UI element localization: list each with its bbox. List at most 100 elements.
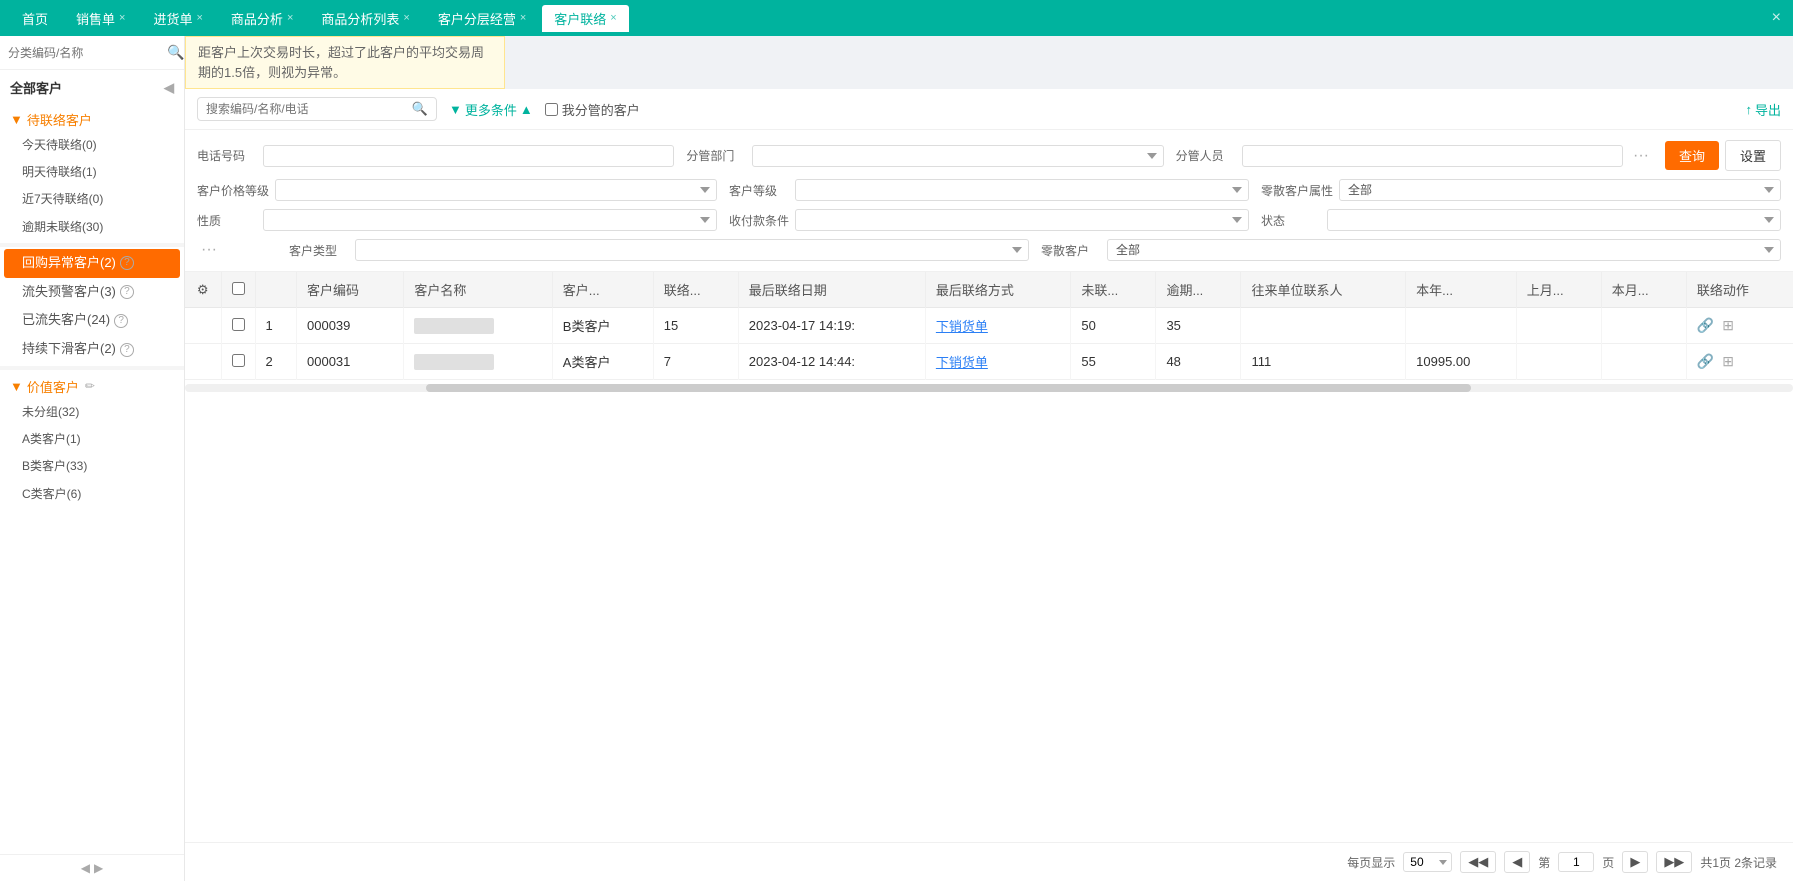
nav-tab-customer-contact[interactable]: 客户联络 × — [542, 5, 628, 32]
customer-grade-select[interactable] — [795, 179, 1249, 201]
sidebar-item-tomorrow[interactable]: 明天待联络(1) — [0, 159, 184, 186]
col-header-contact[interactable]: 联络... — [653, 272, 738, 308]
status-select[interactable] — [1327, 209, 1781, 231]
sidebar-value-section[interactable]: ▼ 价值客户 ✏ — [0, 372, 184, 399]
window-close-button[interactable]: × — [1772, 9, 1781, 27]
lost-info-icon[interactable]: ? — [114, 314, 128, 328]
filter-dots-area: ··· — [197, 241, 277, 259]
customer-type-select[interactable] — [355, 239, 1029, 261]
per-page-select[interactable]: 50 20 100 — [1403, 852, 1452, 872]
retail-attr-select[interactable]: 全部 — [1339, 179, 1781, 201]
sidebar-item-today[interactable]: 今天待联络(0) — [0, 132, 184, 159]
settings-button[interactable]: 设置 — [1725, 140, 1781, 171]
nature-select[interactable] — [263, 209, 717, 231]
row-checkbox[interactable] — [232, 318, 245, 331]
sidebar-item-ungroup[interactable]: 未分组(32) — [0, 399, 184, 426]
col-header-last-contact-date[interactable]: 最后联络日期 — [738, 272, 925, 308]
sidebar-item-7days[interactable]: 近7天待联络(0) — [0, 186, 184, 213]
sidebar-item-declining[interactable]: 持续下滑客户(2) ? — [0, 335, 184, 364]
first-page-btn[interactable]: ◀◀ — [1460, 851, 1496, 873]
repurchase-info-icon[interactable]: ? — [120, 256, 134, 270]
sidebar: 🔍 全部客户 ◀ ▼ 待联络客户 今天待联络(0) 明天待联络(1) 近7天待联… — [0, 36, 185, 881]
sidebar-collapse-icons[interactable]: ◀ — [164, 80, 174, 96]
dept-select[interactable] — [752, 145, 1163, 167]
value-edit-icon[interactable]: ✏ — [85, 379, 95, 393]
collapse-icon[interactable]: ◀ — [164, 80, 174, 96]
sidebar-item-class-b[interactable]: B类客户(33) — [0, 453, 184, 480]
last-contact-way-link[interactable]: 下销货单 — [936, 355, 988, 370]
col-header-last-contact-way[interactable]: 最后联络方式 — [925, 272, 1071, 308]
nav-tab-purchase-close[interactable]: × — [196, 12, 202, 24]
sidebar-item-overdue[interactable]: 逾期未联络(30) — [0, 214, 184, 241]
filter-search-input[interactable] — [206, 102, 406, 116]
sidebar-item-class-a[interactable]: A类客户(1) — [0, 426, 184, 453]
row-checkbox-cell[interactable] — [221, 344, 255, 380]
current-page-input[interactable] — [1558, 852, 1594, 872]
manager-dots-btn[interactable]: ··· — [1629, 147, 1653, 165]
row-checkbox[interactable] — [232, 354, 245, 367]
col-header-action[interactable]: 联络动作 — [1686, 272, 1793, 308]
nav-tab-purchase[interactable]: 进货单 × — [141, 5, 214, 32]
action-grid-icon[interactable]: ⊞ — [1722, 317, 1734, 334]
action-link-icon[interactable]: 🔗 — [1697, 317, 1714, 334]
nav-tab-sales[interactable]: 销售单 × — [64, 5, 137, 32]
sidebar-all-customers-label: 全部客户 — [10, 78, 62, 97]
sidebar-item-lost[interactable]: 已流失客户(24) ? — [0, 306, 184, 335]
query-button[interactable]: 查询 — [1665, 141, 1719, 170]
nav-tab-customer-contact-close[interactable]: × — [610, 12, 616, 24]
price-grade-select[interactable] — [275, 179, 717, 201]
next-page-btn[interactable]: ▶ — [1622, 851, 1648, 873]
row-checkbox-cell[interactable] — [221, 308, 255, 344]
nav-tab-home-label: 首页 — [22, 9, 48, 28]
sidebar-item-repurchase-abnormal[interactable]: 回购异常客户(2) ? — [4, 249, 180, 278]
col-header-type[interactable]: 客户... — [552, 272, 653, 308]
last-page-btn[interactable]: ▶▶ — [1656, 851, 1692, 873]
action-grid-icon[interactable]: ⊞ — [1722, 353, 1734, 370]
nav-tab-analysis[interactable]: 商品分析 × — [219, 5, 305, 32]
sidebar-search-icon[interactable]: 🔍 — [167, 44, 184, 61]
sidebar-search-input[interactable] — [8, 46, 163, 60]
nav-tab-sales-close[interactable]: × — [119, 12, 125, 24]
sidebar-item-class-c[interactable]: C类客户(6) — [0, 481, 184, 508]
col-header-contact-person[interactable]: 往来单位联系人 — [1241, 272, 1406, 308]
col-header-last-month[interactable]: 上月... — [1516, 272, 1601, 308]
retail-customer-select[interactable]: 全部 — [1107, 239, 1781, 261]
nav-tab-analysis-close[interactable]: × — [287, 12, 293, 24]
prev-page-btn[interactable]: ◀ — [1504, 851, 1530, 873]
filter-search-icon[interactable]: 🔍 — [412, 101, 428, 117]
my-customer-checkbox[interactable] — [545, 103, 558, 116]
col-header-this-month[interactable]: 本月... — [1601, 272, 1686, 308]
my-customer-filter[interactable]: 我分管的客户 — [545, 100, 640, 119]
row-not-contact: 55 — [1071, 344, 1156, 380]
export-button[interactable]: ↑ 导出 — [1745, 100, 1781, 119]
sidebar-next-btn[interactable]: ▶ — [94, 861, 103, 875]
nav-tab-home[interactable]: 首页 — [10, 5, 60, 32]
col-header-code[interactable]: 客户编码 — [297, 272, 404, 308]
horizontal-scrollbar-thumb[interactable] — [426, 384, 1471, 392]
filter-more-conditions[interactable]: ▼ 更多条件 ▲ — [449, 100, 533, 119]
col-header-name[interactable]: 客户名称 — [404, 272, 552, 308]
select-all-checkbox[interactable] — [232, 282, 245, 295]
col-header-settings[interactable]: ⚙ — [185, 272, 221, 308]
lost-warning-info-icon[interactable]: ? — [120, 285, 134, 299]
data-table-area: ⚙ 客户编码 客户名称 客户... 联络... 最后联络日期 最后联络方式 未联… — [185, 272, 1793, 842]
sidebar-pending-section[interactable]: ▼ 待联络客户 — [0, 105, 184, 132]
horizontal-scrollbar[interactable] — [185, 384, 1793, 392]
nav-tab-analysis-list-close[interactable]: × — [403, 12, 409, 24]
col-header-checkbox[interactable] — [221, 272, 255, 308]
col-header-overdue[interactable]: 逾期... — [1156, 272, 1241, 308]
phone-input[interactable] — [263, 145, 674, 167]
sidebar-prev-btn[interactable]: ◀ — [81, 861, 90, 875]
action-link-icon[interactable]: 🔗 — [1697, 353, 1714, 370]
col-header-this-year[interactable]: 本年... — [1406, 272, 1517, 308]
col-header-not-contact[interactable]: 未联... — [1071, 272, 1156, 308]
sidebar-item-lostwarning[interactable]: 流失预警客户(3) ? — [0, 278, 184, 307]
last-contact-way-link[interactable]: 下销货单 — [936, 319, 988, 334]
declining-info-icon[interactable]: ? — [120, 343, 134, 357]
filter-extra-dots[interactable]: ··· — [197, 241, 221, 259]
payment-select[interactable] — [795, 209, 1249, 231]
nav-tab-customer-tier[interactable]: 客户分层经营 × — [426, 5, 538, 32]
manager-input[interactable] — [1242, 145, 1623, 167]
nav-tab-customer-tier-close[interactable]: × — [520, 12, 526, 24]
nav-tab-analysis-list[interactable]: 商品分析列表 × — [309, 5, 421, 32]
